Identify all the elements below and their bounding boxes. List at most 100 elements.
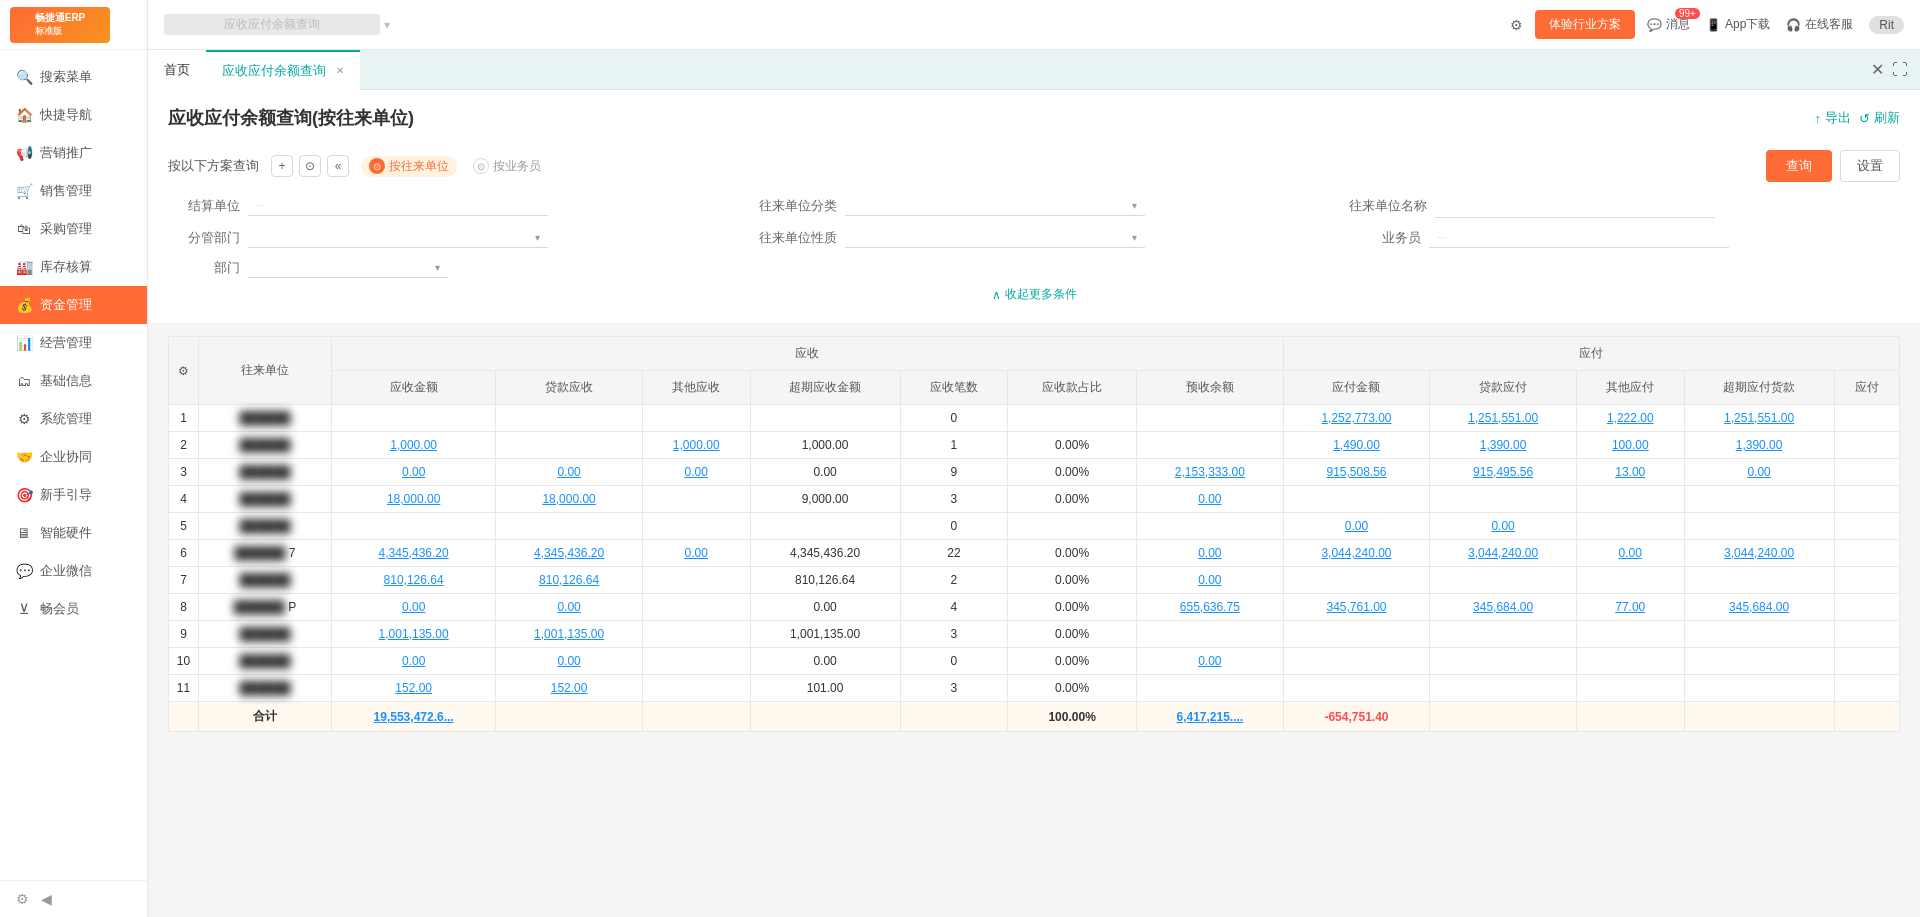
partner-name-input[interactable] [1435,194,1715,218]
settlement-unit-input[interactable]: ··· [248,196,548,216]
cell[interactable]: 3,044,240.00 [1430,540,1577,567]
tab-close-window-icon[interactable]: ✕ [1871,60,1884,79]
user-avatar[interactable]: Rit [1869,16,1904,34]
sidebar-item-search[interactable]: 🔍搜索菜单 [0,58,147,96]
filter-plan-salesperson[interactable]: ⊙ 按业务员 [465,156,549,177]
filter-settings-button[interactable]: ⊙ [299,155,321,177]
cell[interactable]: 345,684.00 [1430,594,1577,621]
cell[interactable]: 0.00 [642,459,750,486]
sidebar-item-marketing[interactable]: 📢营销推广 [0,134,147,172]
cell[interactable]: 810,126.64 [496,567,643,594]
sidebar-item-guide[interactable]: 🎯新手引导 [0,476,147,514]
cell[interactable]: 2,153,333.00 [1137,459,1284,486]
topbar-settings-icon[interactable]: ⚙ [1510,17,1523,33]
tab-receivable-query[interactable]: 应收应付余额查询 ✕ [206,50,360,90]
sidebar-item-base[interactable]: 🗂基础信息 [0,362,147,400]
cell[interactable]: 0.00 [332,648,496,675]
cell[interactable]: 0.00 [1137,567,1284,594]
message-button[interactable]: 💬 消息 99+ [1647,16,1690,33]
partner-category-input[interactable]: ▾ [845,196,1145,216]
sidebar-item-operations[interactable]: 📊经营管理 [0,324,147,362]
refresh-button[interactable]: ↺ 刷新 [1859,109,1900,127]
partner-nature-input[interactable]: ▾ [845,228,1145,248]
tab-close-icon[interactable]: ✕ [336,65,344,76]
export-button[interactable]: ↑ 导出 [1815,109,1852,127]
cell[interactable]: 152.00 [332,675,496,702]
sidebar-item-collab[interactable]: 🤝企业协同 [0,438,147,476]
total-label-cell [169,702,199,732]
cell[interactable]: 0.00 [332,594,496,621]
cell[interactable]: 0.00 [642,540,750,567]
cell[interactable]: 0.00 [1137,648,1284,675]
sidebar-item-warehouse[interactable]: 🏭库存核算 [0,248,147,286]
filter-plan-partner[interactable]: ⊙ 按往来单位 [361,156,457,177]
sidebar-item-hardware[interactable]: 🖥智能硬件 [0,514,147,552]
table-payable-group-th: 应付 [1283,337,1899,371]
cell[interactable]: 3,044,240.00 [1684,540,1834,567]
cell[interactable]: 1,251,551.00 [1684,405,1834,432]
cell[interactable]: 0.00 [1137,540,1284,567]
cell [1576,648,1684,675]
cell[interactable]: 1,000.00 [642,432,750,459]
cell[interactable]: 1,222.00 [1576,405,1684,432]
th-pay-extra: 应付 [1834,371,1899,405]
sidebar-item-finance[interactable]: 💰资金管理 [0,286,147,324]
cell[interactable]: 152.00 [496,675,643,702]
total-recv-prepaid[interactable]: 6,417,215.... [1137,702,1284,732]
cell[interactable]: 18,000.00 [332,486,496,513]
tab-home[interactable]: 首页 [148,50,206,90]
salesperson-input[interactable]: ··· [1429,228,1729,248]
cell[interactable]: 0.00 [1283,513,1430,540]
sidebar-item-sales[interactable]: 🛒销售管理 [0,172,147,210]
sidebar-item-system[interactable]: ⚙系统管理 [0,400,147,438]
cell[interactable]: 0.00 [1137,486,1284,513]
cell[interactable]: 100.00 [1576,432,1684,459]
cell[interactable]: 1,251,551.00 [1430,405,1577,432]
total-recv-amt[interactable]: 19,553,472.6... [332,702,496,732]
cell[interactable]: 3,044,240.00 [1283,540,1430,567]
filter-add-button[interactable]: + [271,155,293,177]
cell[interactable]: 0.00 [496,459,643,486]
sidebar-item-wechat[interactable]: 💬企业微信 [0,552,147,590]
tab-maximize-icon[interactable]: ⛶ [1892,61,1908,79]
dept-manager-input[interactable]: ▾ [248,228,548,248]
cell[interactable]: 0.00 [1684,459,1834,486]
cell[interactable]: 0.00 [332,459,496,486]
cell[interactable]: 915,508.56 [1283,459,1430,486]
cell[interactable]: 1,390.00 [1684,432,1834,459]
online-service-button[interactable]: 🎧 在线客服 [1786,16,1853,33]
cell[interactable]: 1,252,773.00 [1283,405,1430,432]
cell[interactable]: 1,001,135.00 [496,621,643,648]
table-settings-th[interactable]: ⚙ [169,337,199,405]
cell[interactable]: 0.00 [496,594,643,621]
cell[interactable]: 1,000.00 [332,432,496,459]
cell[interactable]: 0.00 [1430,513,1577,540]
cell[interactable]: 4,345,436.20 [332,540,496,567]
cell[interactable]: 13.00 [1576,459,1684,486]
app-download-button[interactable]: 📱 App下载 [1706,16,1770,33]
dept-input[interactable]: ▾ [248,258,448,278]
sidebar-item-quicknav[interactable]: 🏠快捷导航 [0,96,147,134]
cell[interactable]: 0.00 [496,648,643,675]
sidebar-bottom-collapse-icon[interactable]: ◀ [41,891,52,907]
filter-collapse-button[interactable]: « [327,155,349,177]
cell[interactable]: 1,001,135.00 [332,621,496,648]
cell[interactable]: 810,126.64 [332,567,496,594]
cell[interactable]: 1,390.00 [1430,432,1577,459]
cell[interactable]: 18,000.00 [496,486,643,513]
promo-button[interactable]: 体验行业方案 [1535,10,1635,39]
cell[interactable]: 655,636.75 [1137,594,1284,621]
cell[interactable]: 345,761.00 [1283,594,1430,621]
cell[interactable]: 915,495.56 [1430,459,1577,486]
sidebar-bottom-settings-icon[interactable]: ⚙ [16,891,29,907]
sidebar-item-member[interactable]: ⊻畅会员 [0,590,147,628]
cell[interactable]: 77.00 [1576,594,1684,621]
sidebar-item-purchase[interactable]: 🛍采购管理 [0,210,147,248]
filter-collapse-button[interactable]: ∧ 收起更多条件 [168,278,1900,311]
query-button[interactable]: 查询 [1766,150,1832,182]
settings-button[interactable]: 设置 [1840,150,1900,182]
cell[interactable]: 0.00 [1576,540,1684,567]
cell[interactable]: 4,345,436.20 [496,540,643,567]
cell[interactable]: 345,684.00 [1684,594,1834,621]
cell[interactable]: 1,490.00 [1283,432,1430,459]
